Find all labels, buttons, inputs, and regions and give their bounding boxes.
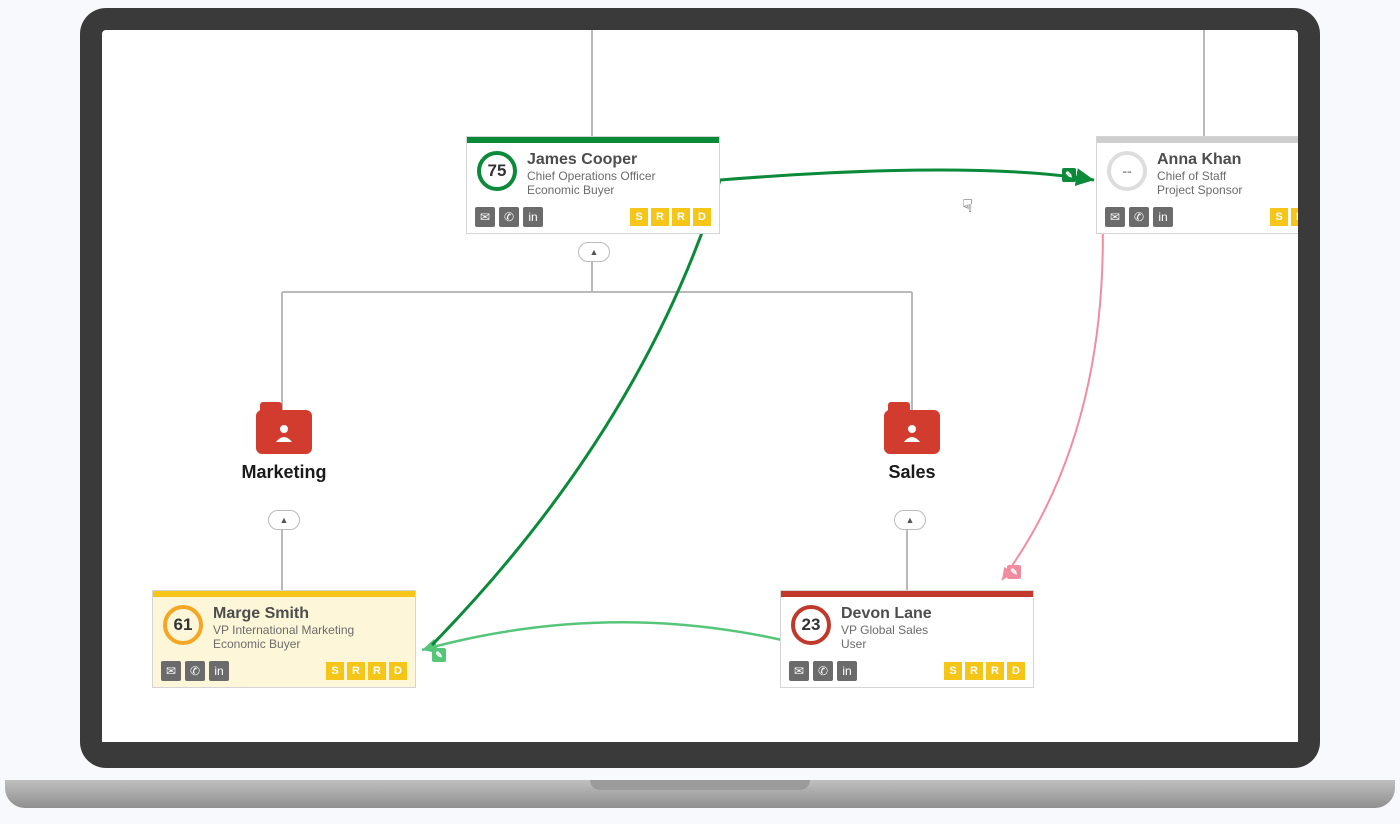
status-badges: S R R D <box>630 208 711 226</box>
department-sales[interactable]: Sales <box>872 410 952 483</box>
email-icon[interactable]: ✉ <box>1105 207 1125 227</box>
badge[interactable]: R <box>1291 208 1309 226</box>
card-devon-lane[interactable]: 23 Devon Lane VP Global Sales User ✉ ✆ i… <box>780 590 1034 688</box>
badge[interactable]: D <box>1007 662 1025 680</box>
collapse-toggle[interactable]: ▲ <box>894 510 926 530</box>
org-chart-canvas[interactable]: ✎ ✎ ✎ ☟ 75 James Cooper Chief Operations… <box>102 30 1298 742</box>
badge[interactable]: S <box>1270 208 1288 226</box>
collapse-toggle[interactable]: ▲ <box>268 510 300 530</box>
card-title: Chief Operations Officer <box>527 169 656 183</box>
badge[interactable]: D <box>389 662 407 680</box>
phone-icon[interactable]: ✆ <box>1129 207 1149 227</box>
card-anna-khan[interactable]: -- Anna Khan Chief of Staff Project Spon… <box>1096 136 1318 234</box>
folder-icon <box>256 410 312 454</box>
card-role: Economic Buyer <box>213 637 354 651</box>
laptop-frame: ✎ ✎ ✎ ☟ 75 James Cooper Chief Operations… <box>80 8 1320 768</box>
collapse-toggle[interactable]: ▲ <box>578 242 610 262</box>
relationship-icon: ✎ <box>432 648 446 662</box>
contact-icons: ✉ ✆ in <box>475 207 543 227</box>
phone-icon[interactable]: ✆ <box>185 661 205 681</box>
laptop-notch <box>590 780 810 790</box>
contact-icons: ✉ ✆ in <box>789 661 857 681</box>
badge[interactable]: R <box>368 662 386 680</box>
relationship-icon: ✎ <box>1007 565 1021 579</box>
card-name: James Cooper <box>527 151 656 169</box>
badge[interactable]: R <box>986 662 1004 680</box>
email-icon[interactable]: ✉ <box>789 661 809 681</box>
card-name: Devon Lane <box>841 605 932 623</box>
score-ring: 75 <box>477 151 517 191</box>
card-title: VP Global Sales <box>841 623 932 637</box>
card-name: Anna Khan <box>1157 151 1242 169</box>
badge[interactable]: S <box>944 662 962 680</box>
status-badges: S R <box>1270 208 1309 226</box>
score-ring: 61 <box>163 605 203 645</box>
badge[interactable]: S <box>326 662 344 680</box>
score-ring: -- <box>1107 151 1147 191</box>
cursor-icon: ☟ <box>962 196 973 217</box>
department-label: Sales <box>872 462 952 483</box>
linkedin-icon[interactable]: in <box>523 207 543 227</box>
linkedin-icon[interactable]: in <box>1153 207 1173 227</box>
card-name: Marge Smith <box>213 605 354 623</box>
card-marge-smith[interactable]: 61 Marge Smith VP International Marketin… <box>152 590 416 688</box>
badge[interactable]: R <box>965 662 983 680</box>
relationship-icon: ✎ <box>1062 168 1076 182</box>
card-james-cooper[interactable]: 75 James Cooper Chief Operations Officer… <box>466 136 720 234</box>
card-role: User <box>841 637 932 651</box>
status-badges: S R R D <box>326 662 407 680</box>
badge[interactable]: D <box>693 208 711 226</box>
email-icon[interactable]: ✉ <box>161 661 181 681</box>
badge[interactable]: S <box>630 208 648 226</box>
linkedin-icon[interactable]: in <box>837 661 857 681</box>
badge[interactable]: R <box>672 208 690 226</box>
contact-icons: ✉ ✆ in <box>1105 207 1173 227</box>
score-ring: 23 <box>791 605 831 645</box>
card-role: Economic Buyer <box>527 183 656 197</box>
card-title: Chief of Staff <box>1157 169 1242 183</box>
badge[interactable]: R <box>651 208 669 226</box>
card-role: Project Sponsor <box>1157 183 1242 197</box>
phone-icon[interactable]: ✆ <box>813 661 833 681</box>
card-title: VP International Marketing <box>213 623 354 637</box>
status-badges: S R R D <box>944 662 1025 680</box>
department-label: Marketing <box>234 462 334 483</box>
email-icon[interactable]: ✉ <box>475 207 495 227</box>
badge[interactable]: R <box>347 662 365 680</box>
department-marketing[interactable]: Marketing <box>234 410 334 483</box>
folder-icon <box>884 410 940 454</box>
phone-icon[interactable]: ✆ <box>499 207 519 227</box>
contact-icons: ✉ ✆ in <box>161 661 229 681</box>
linkedin-icon[interactable]: in <box>209 661 229 681</box>
